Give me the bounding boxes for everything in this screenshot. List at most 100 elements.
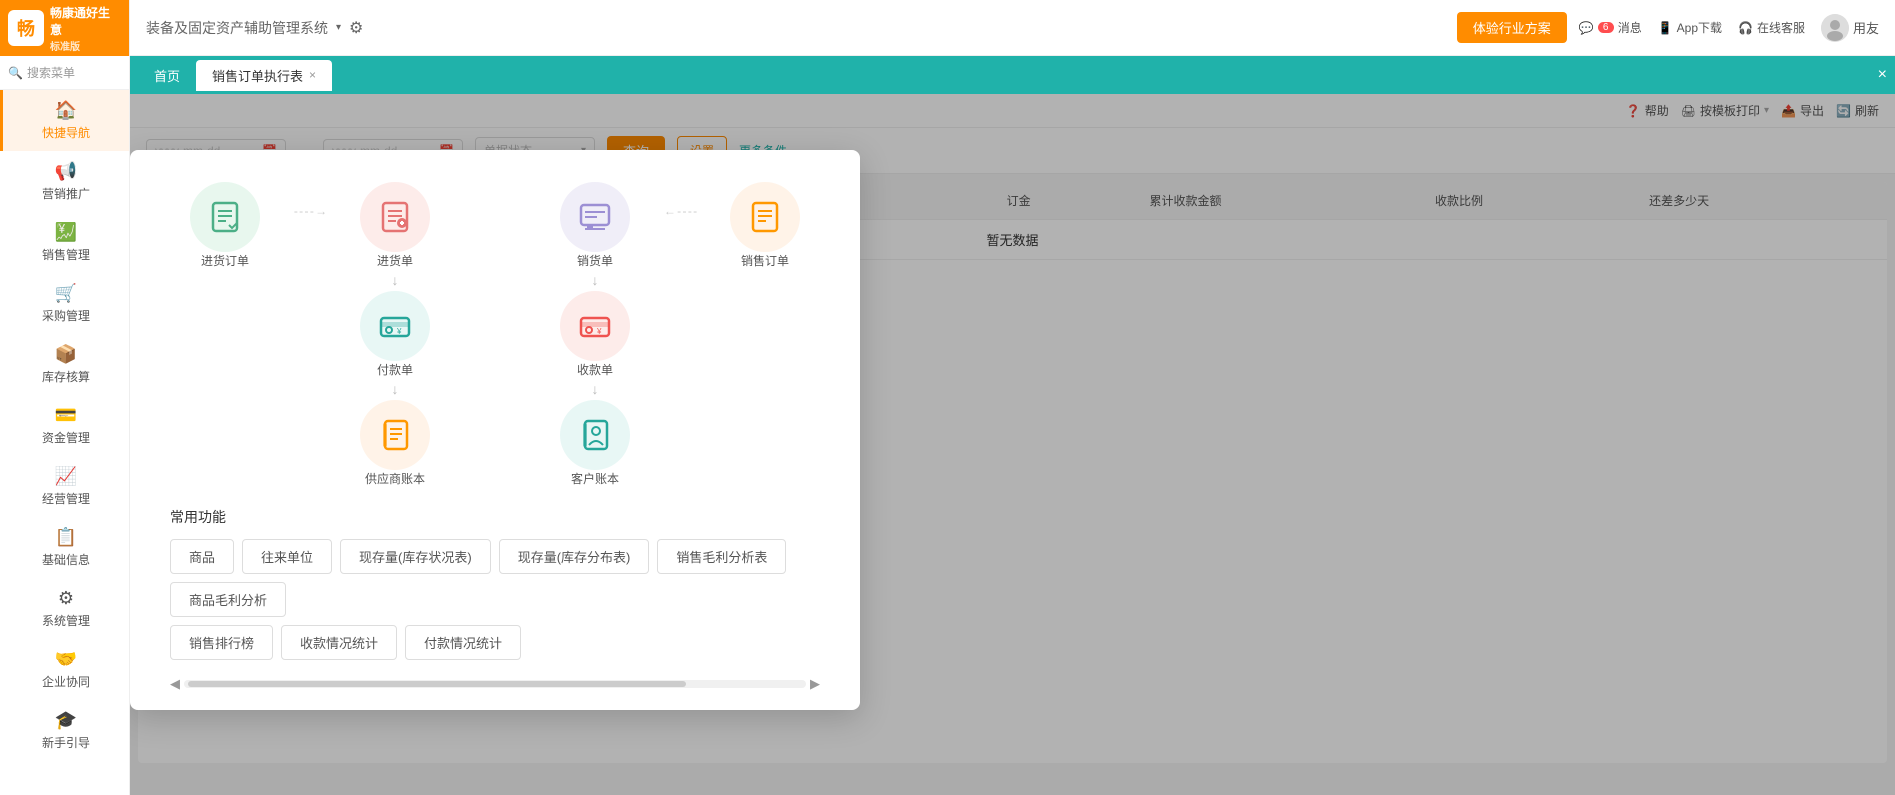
- btn-goods-gross[interactable]: 商品毛利分析: [170, 582, 286, 617]
- flow-sales-bill[interactable]: 销货单: [540, 182, 650, 269]
- common-functions: 常用功能 商品 往来单位 现存量(库存状况表) 现存量(库存分布表) 销售毛利分…: [170, 507, 820, 660]
- flow-receipt[interactable]: ¥ 收款单: [540, 291, 650, 378]
- quick-nav-icon: 🏠: [55, 100, 77, 121]
- sidebar-item-sales[interactable]: 💹 销售管理: [0, 212, 129, 273]
- purchase-bill-icon: [360, 182, 430, 252]
- newbie-icon: 🎓: [55, 710, 77, 731]
- quick-nav-popup: 进货订单 - - - - → 进货单: [130, 150, 860, 710]
- experience-btn[interactable]: 体验行业方案: [1457, 12, 1567, 43]
- down-arrow-sales: ↓: [592, 273, 599, 287]
- message-badge: 6: [1598, 22, 1614, 33]
- sidebar-item-inventory[interactable]: 📦 库存核算: [0, 334, 129, 395]
- sidebar-search[interactable]: 🔍 搜索菜单: [0, 56, 129, 90]
- sales-icon: 💹: [55, 222, 77, 243]
- sidebar-item-newbie[interactable]: 🎓 新手引导: [0, 700, 129, 761]
- sidebar-item-quick-nav[interactable]: 🏠 快捷导航: [0, 90, 129, 151]
- tab-home[interactable]: 首页: [138, 60, 196, 91]
- tab-close-icon[interactable]: ×: [309, 68, 316, 82]
- message-label: 消息: [1618, 19, 1642, 36]
- logo-area: 畅 畅康通好生意 标准版: [0, 0, 129, 56]
- sidebar-item-label: 快捷导航: [42, 124, 90, 141]
- scroll-right-arrow[interactable]: ▶: [810, 676, 820, 692]
- common-buttons-row2: 销售排行榜 收款情况统计 付款情况统计: [170, 625, 820, 660]
- scroll-left-arrow[interactable]: ◀: [170, 676, 180, 692]
- sidebar-item-label: 资金管理: [42, 429, 90, 446]
- down-arrow-receipt: ↓: [592, 382, 599, 396]
- enterprise-icon: 🤝: [55, 649, 77, 670]
- common-buttons: 商品 往来单位 现存量(库存状况表) 现存量(库存分布表) 销售毛利分析表 商品…: [170, 539, 820, 617]
- sidebar-item-enterprise[interactable]: 🤝 企业协同: [0, 639, 129, 700]
- flow-payment[interactable]: ¥ 付款单: [340, 291, 450, 378]
- btn-payment-stats[interactable]: 付款情况统计: [405, 625, 521, 660]
- settings-icon[interactable]: ⚙: [349, 18, 363, 38]
- window-close-btn[interactable]: ×: [1878, 66, 1887, 84]
- common-title: 常用功能: [170, 507, 820, 527]
- btn-receipt-stats[interactable]: 收款情况统计: [281, 625, 397, 660]
- online-service-label: 在线客服: [1757, 19, 1805, 36]
- scroll-thumb[interactable]: [188, 681, 686, 687]
- supplier-ledger-label: 供应商账本: [365, 470, 425, 487]
- down-arrow-purchase: ↓: [392, 273, 399, 287]
- btn-sales-gross[interactable]: 销售毛利分析表: [657, 539, 786, 574]
- service-icon: 🎧: [1738, 21, 1753, 35]
- btn-goods[interactable]: 商品: [170, 539, 234, 574]
- tab-bar: 首页 销售订单执行表 × ×: [130, 56, 1895, 94]
- arrow-1: - - - - →: [280, 182, 340, 218]
- receipt-label: 收款单: [577, 361, 613, 378]
- logo-sub: 标准版: [50, 38, 121, 53]
- content-area: ❓ 帮助 🖨 按模板打印 ▾ 📤 导出 🔄 刷新: [130, 94, 1895, 795]
- flow-sales-order[interactable]: 销售订单: [710, 182, 820, 269]
- sidebar-item-marketing[interactable]: 📢 营销推广: [0, 151, 129, 212]
- flow-purchase-order[interactable]: 进货订单: [170, 182, 280, 269]
- purchase-bill-label: 进货单: [377, 252, 413, 269]
- sidebar-item-system[interactable]: ⚙ 系统管理: [0, 578, 129, 639]
- payment-label: 付款单: [377, 361, 413, 378]
- btn-stock-status[interactable]: 现存量(库存状况表): [340, 539, 491, 574]
- avatar: [1821, 14, 1849, 42]
- down-arrow-payment: ↓: [392, 382, 399, 396]
- logo-icon: 畅: [8, 10, 44, 46]
- btn-stock-dist[interactable]: 现存量(库存分布表): [499, 539, 650, 574]
- tab-sales-order[interactable]: 销售订单执行表 ×: [196, 60, 332, 91]
- sidebar-item-label: 企业协同: [42, 673, 90, 690]
- sidebar-item-basic[interactable]: 📋 基础信息: [0, 517, 129, 578]
- sidebar-item-label: 经营管理: [42, 490, 90, 507]
- sidebar-item-label: 基础信息: [42, 551, 90, 568]
- app-download-label: App下载: [1677, 19, 1722, 36]
- user-area[interactable]: 用友: [1821, 14, 1879, 42]
- sidebar-item-operation[interactable]: 📈 经营管理: [0, 456, 129, 517]
- sidebar-item-purchase[interactable]: 🛒 采购管理: [0, 273, 129, 334]
- app-download-action[interactable]: 📱 App下载: [1658, 19, 1722, 36]
- sidebar-item-label: 库存核算: [42, 368, 90, 385]
- inventory-icon: 📦: [55, 344, 77, 365]
- purchase-order-icon: [190, 182, 260, 252]
- marketing-icon: 📢: [55, 161, 77, 182]
- operation-icon: 📈: [55, 466, 77, 487]
- message-icon: 💬: [1579, 21, 1594, 35]
- svg-text:¥: ¥: [396, 327, 402, 336]
- flow-supplier-ledger[interactable]: 供应商账本: [340, 400, 450, 487]
- btn-sales-rank[interactable]: 销售排行榜: [170, 625, 273, 660]
- btn-contacts[interactable]: 往来单位: [242, 539, 332, 574]
- popup-scrollbar[interactable]: ◀ ▶: [170, 676, 820, 692]
- user-name: 用友: [1853, 18, 1879, 37]
- sidebar-item-finance[interactable]: 💳 资金管理: [0, 395, 129, 456]
- online-service-action[interactable]: 🎧 在线客服: [1738, 19, 1805, 36]
- customer-ledger-icon: [560, 400, 630, 470]
- purchase-icon: 🛒: [55, 283, 77, 304]
- overlay: 进货订单 - - - - → 进货单: [130, 94, 1895, 795]
- dropdown-icon[interactable]: ▾: [336, 22, 341, 33]
- search-icon: 🔍: [8, 66, 23, 80]
- payment-icon: ¥: [360, 291, 430, 361]
- sales-order-icon: [730, 182, 800, 252]
- customer-ledger-label: 客户账本: [571, 470, 619, 487]
- message-action[interactable]: 💬 6 消息: [1579, 19, 1642, 36]
- purchase-order-label: 进货订单: [201, 252, 249, 269]
- system-title-area: 装备及固定资产辅助管理系统 ▾ ⚙: [146, 18, 1445, 38]
- download-icon: 📱: [1658, 21, 1673, 35]
- sidebar-item-label: 销售管理: [42, 246, 90, 263]
- sidebar-item-label: 新手引导: [42, 734, 90, 751]
- tab-home-label: 首页: [154, 66, 180, 85]
- flow-purchase-bill[interactable]: 进货单: [340, 182, 450, 269]
- flow-customer-ledger[interactable]: 客户账本: [540, 400, 650, 487]
